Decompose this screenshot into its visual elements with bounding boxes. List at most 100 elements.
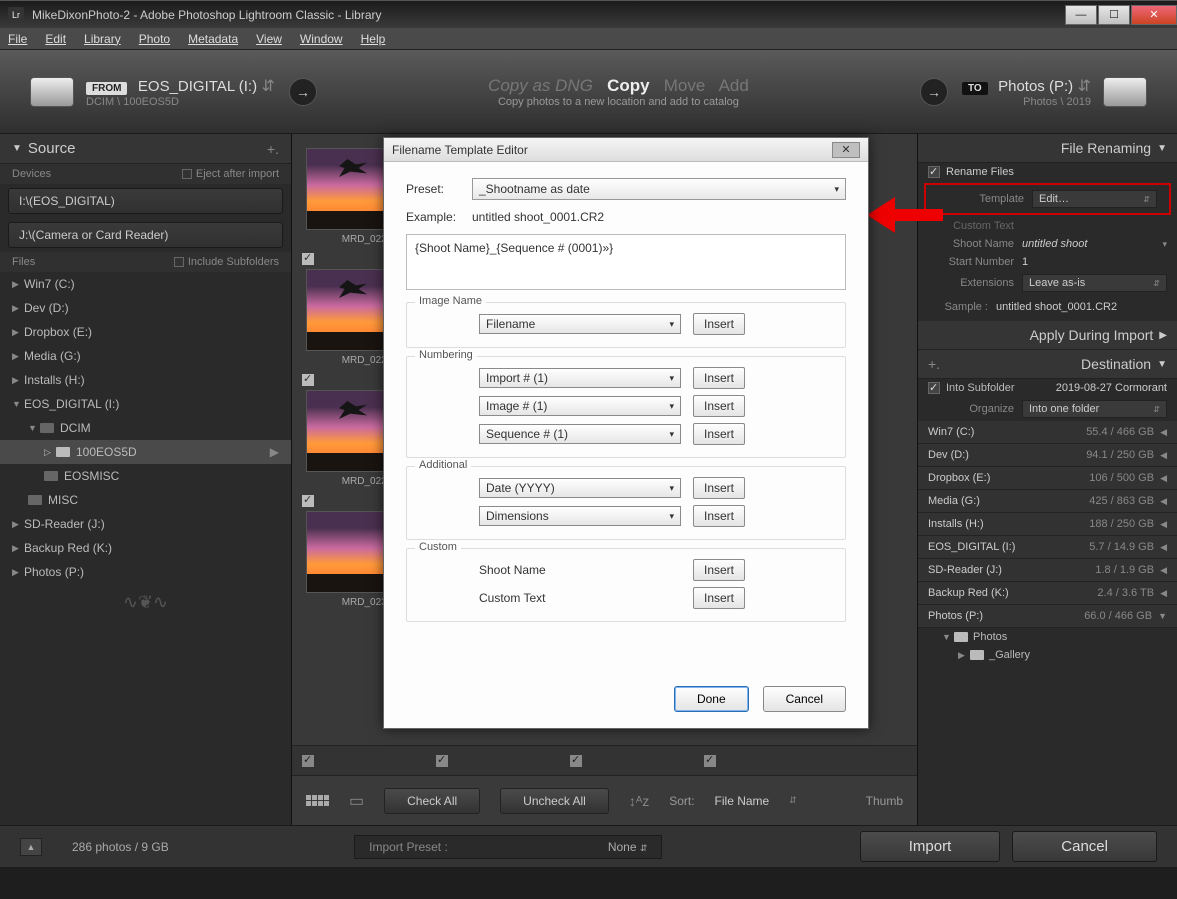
thumbnail-image[interactable]	[306, 511, 388, 593]
close-button[interactable]: ✕	[1131, 5, 1177, 25]
preset-dropdown[interactable]: _Shootname as date▾	[472, 178, 846, 200]
menu-window[interactable]: Window	[300, 32, 343, 46]
insert-button[interactable]: Insert	[693, 587, 745, 609]
disk-row[interactable]: ▶Win7 (C:)	[0, 272, 291, 296]
dest-disk-row[interactable]: Dropbox (E:)106 / 500 GB◀	[918, 467, 1177, 490]
shoot-name-value[interactable]: untitled shoot	[1022, 238, 1162, 250]
thumb-checkbox[interactable]	[302, 495, 314, 507]
dest-disk-row[interactable]: Photos (P:)66.0 / 466 GB▼	[918, 605, 1177, 628]
folder-100eos5d[interactable]: ▷100EOS5D▶	[0, 440, 291, 464]
dialog-close-button[interactable]: ✕	[832, 142, 860, 158]
organize-dropdown[interactable]: Into one folder⇵	[1022, 400, 1167, 418]
menu-metadata[interactable]: Metadata	[188, 32, 238, 46]
folder-misc[interactable]: MISC	[0, 488, 291, 512]
dest-disk-row[interactable]: Dev (D:)94.1 / 250 GB◀	[918, 444, 1177, 467]
thumb-checkbox[interactable]	[302, 374, 314, 386]
grid-view-icon[interactable]	[306, 795, 329, 806]
thumbnail-image[interactable]	[306, 390, 388, 472]
include-subfolders-checkbox[interactable]	[174, 257, 184, 267]
dest-disk-row[interactable]: Installs (H:)188 / 250 GB◀	[918, 513, 1177, 536]
device-row[interactable]: J:\(Camera or Card Reader)	[8, 222, 283, 248]
dest-disk-row[interactable]: Media (G:)425 / 863 GB◀	[918, 490, 1177, 513]
start-number-value[interactable]: 1	[1022, 256, 1167, 268]
rename-files-checkbox[interactable]	[928, 166, 940, 178]
dimensions-dropdown[interactable]: Dimensions▾	[479, 506, 681, 526]
single-view-icon[interactable]: ▭	[349, 791, 364, 811]
menu-view[interactable]: View	[256, 32, 282, 46]
disk-row[interactable]: ▶Dropbox (E:)	[0, 320, 291, 344]
thumbnail-image[interactable]	[306, 269, 388, 351]
dest-folder-row[interactable]: ▶_Gallery	[918, 646, 1177, 664]
import-preset-dropdown[interactable]: Import Preset : None ⇵	[354, 835, 662, 859]
eject-checkbox[interactable]	[182, 169, 192, 179]
menu-edit[interactable]: Edit	[45, 32, 66, 46]
disk-row[interactable]: ▶SD-Reader (J:)	[0, 512, 291, 536]
disk-row[interactable]: ▶Dev (D:)	[0, 296, 291, 320]
into-subfolder-checkbox[interactable]	[928, 382, 940, 394]
date-dropdown[interactable]: Date (YYYY)▾	[479, 478, 681, 498]
device-row[interactable]: I:\(EOS_DIGITAL)	[8, 188, 283, 214]
uncheck-all-button[interactable]: Uncheck All	[500, 788, 609, 814]
sort-order-icon[interactable]: ↕ᴬz	[629, 793, 649, 809]
dialog-title: Filename Template Editor	[392, 143, 528, 157]
template-dropdown[interactable]: Edit…⇵	[1032, 190, 1157, 208]
source-panel-header[interactable]: ▼ Source +.	[0, 134, 291, 164]
custom-text-label: Custom Text	[928, 220, 1014, 232]
from-location[interactable]: EOS_DIGITAL (I:)	[138, 78, 257, 95]
formula-textbox[interactable]: {Shoot Name}_{Sequence # (0001)»}	[406, 234, 846, 290]
action-add[interactable]: Add	[719, 76, 749, 95]
insert-button[interactable]: Insert	[693, 395, 745, 417]
action-copy-dng[interactable]: Copy as DNG	[488, 76, 593, 95]
sequence-num-dropdown[interactable]: Sequence # (1)▾	[479, 424, 681, 444]
cancel-button[interactable]: Cancel	[1012, 831, 1157, 862]
insert-button[interactable]: Insert	[693, 477, 745, 499]
dest-disk-row[interactable]: Backup Red (K:)2.4 / 3.6 TB◀	[918, 582, 1177, 605]
insert-button[interactable]: Insert	[693, 505, 745, 527]
to-location[interactable]: Photos (P:)	[998, 78, 1073, 95]
menu-library[interactable]: Library	[84, 32, 121, 46]
thumbnail-image[interactable]	[306, 148, 388, 230]
insert-button[interactable]: Insert	[693, 423, 745, 445]
dest-disk-row[interactable]: Win7 (C:)55.4 / 466 GB◀	[918, 421, 1177, 444]
menu-file[interactable]: File	[8, 32, 27, 46]
insert-button[interactable]: Insert	[693, 367, 745, 389]
extensions-dropdown[interactable]: Leave as-is⇵	[1022, 274, 1167, 292]
insert-button[interactable]: Insert	[693, 559, 745, 581]
column-checkbox[interactable]	[570, 755, 582, 767]
add-source-icon[interactable]: +.	[267, 141, 279, 157]
subfolder-value[interactable]: 2019-08-27 Cormorant	[1056, 382, 1167, 394]
image-num-dropdown[interactable]: Image # (1)▾	[479, 396, 681, 416]
import-num-dropdown[interactable]: Import # (1)▾	[479, 368, 681, 388]
minimize-button[interactable]: —	[1065, 5, 1097, 25]
file-renaming-header[interactable]: File Renaming▼	[918, 134, 1177, 163]
disk-row[interactable]: ▶Media (G:)	[0, 344, 291, 368]
filename-dropdown[interactable]: Filename▾	[479, 314, 681, 334]
disk-row[interactable]: ▶Backup Red (K:)	[0, 536, 291, 560]
folder-eosmisc[interactable]: EOSMISC	[0, 464, 291, 488]
destination-header[interactable]: +.Destination▼	[918, 350, 1177, 379]
column-checkbox[interactable]	[436, 755, 448, 767]
disk-row[interactable]: ▶Photos (P:)	[0, 560, 291, 584]
dest-folder-row[interactable]: ▼Photos	[918, 628, 1177, 646]
disk-row[interactable]: ▶Installs (H:)	[0, 368, 291, 392]
insert-button[interactable]: Insert	[693, 313, 745, 335]
column-checkbox[interactable]	[704, 755, 716, 767]
menu-photo[interactable]: Photo	[139, 32, 170, 46]
thumb-checkbox[interactable]	[302, 253, 314, 265]
check-all-button[interactable]: Check All	[384, 788, 480, 814]
expand-panel-button[interactable]: ▲	[20, 838, 42, 856]
apply-during-import-header[interactable]: Apply During Import▶	[918, 321, 1177, 350]
import-button[interactable]: Import	[860, 831, 1001, 862]
menu-help[interactable]: Help	[361, 32, 386, 46]
dest-disk-row[interactable]: EOS_DIGITAL (I:)5.7 / 14.9 GB◀	[918, 536, 1177, 559]
folder-dcim[interactable]: ▼DCIM	[0, 416, 291, 440]
dialog-cancel-button[interactable]: Cancel	[763, 686, 846, 712]
done-button[interactable]: Done	[674, 686, 749, 712]
maximize-button[interactable]: ☐	[1098, 5, 1130, 25]
action-move[interactable]: Move	[664, 76, 706, 95]
disk-eos[interactable]: ▼EOS_DIGITAL (I:)	[0, 392, 291, 416]
sort-value[interactable]: File Name	[715, 794, 770, 808]
dest-disk-row[interactable]: SD-Reader (J:)1.8 / 1.9 GB◀	[918, 559, 1177, 582]
action-copy[interactable]: Copy	[607, 76, 650, 95]
column-checkbox[interactable]	[302, 755, 314, 767]
